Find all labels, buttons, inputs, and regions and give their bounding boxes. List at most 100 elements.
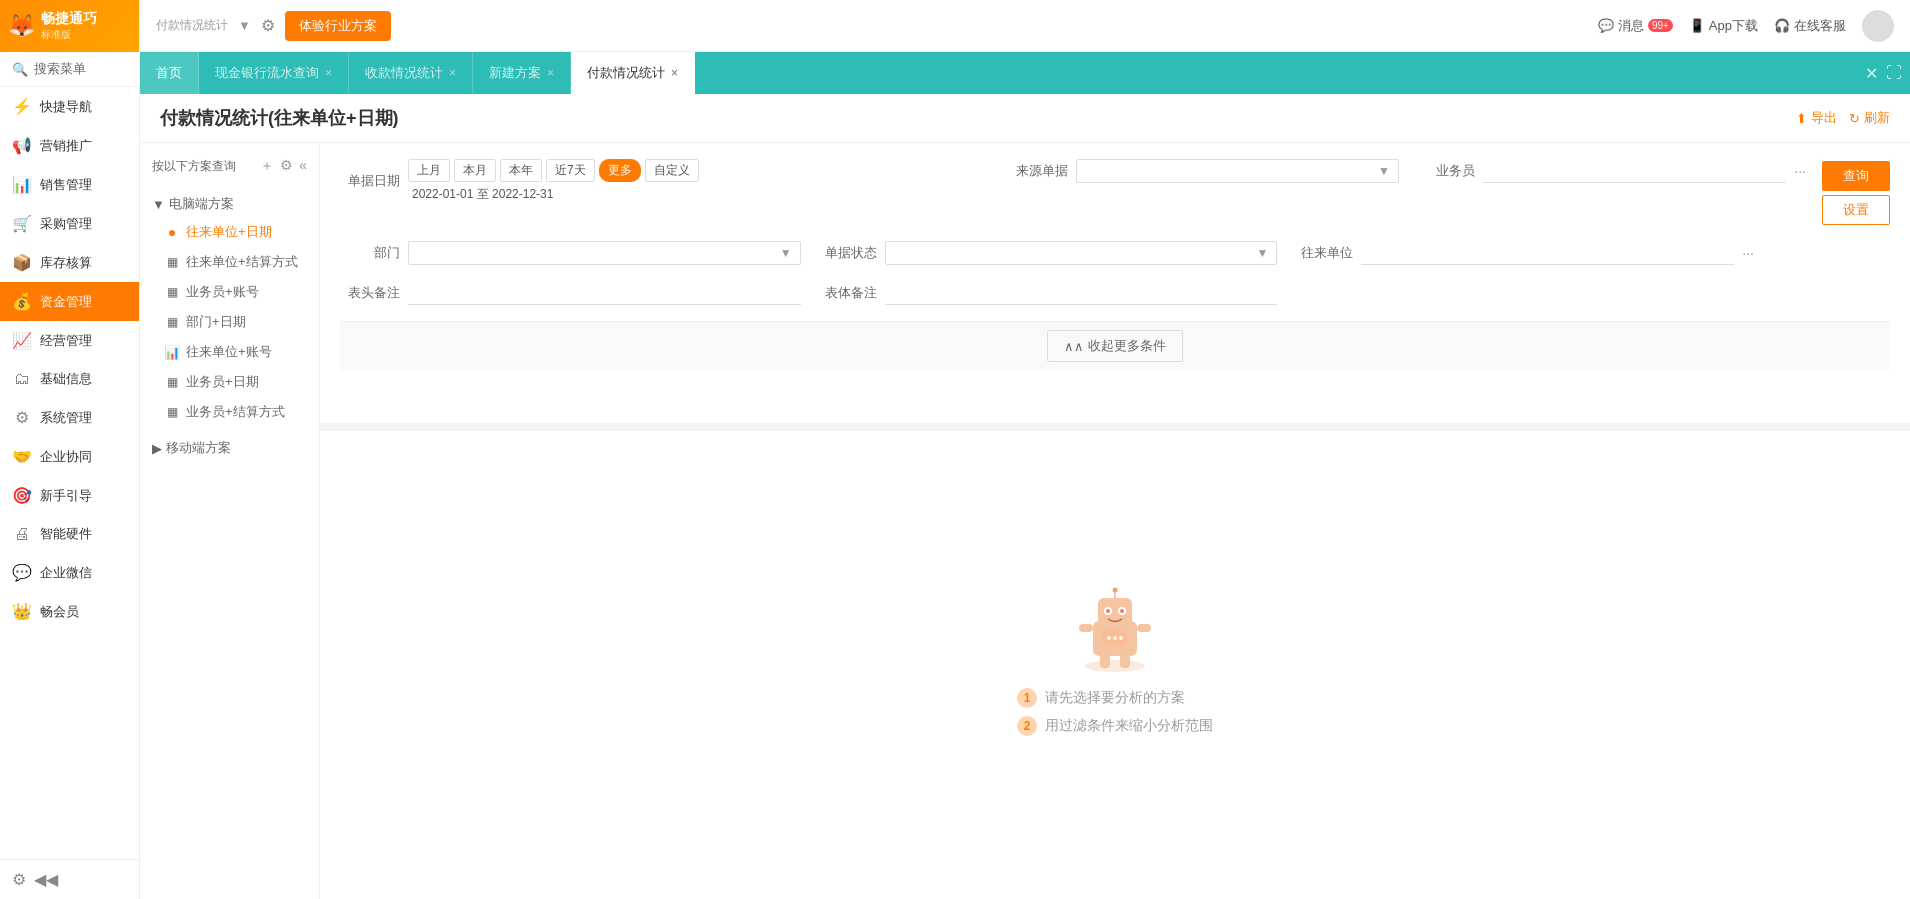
vip-icon: 👑 <box>12 602 32 621</box>
sidebar-item-label: 基础信息 <box>40 370 92 388</box>
refresh-icon: ↻ <box>1849 111 1860 126</box>
doc-status-filter-label: 单据状态 <box>817 244 877 262</box>
tab-new-scheme-close[interactable]: × <box>547 66 554 80</box>
sidebar-item-operations[interactable]: 📈 经营管理 <box>0 321 139 360</box>
scheme-item-dept-date[interactable]: ▦ 部门+日期 <box>140 307 319 337</box>
sidebar-item-enterprise[interactable]: 🤝 企业协同 <box>0 437 139 476</box>
scheme-item-label: 部门+日期 <box>186 313 246 331</box>
scheme-add-icon[interactable]: ＋ <box>260 157 274 175</box>
trial-button[interactable]: 体验行业方案 <box>285 11 391 41</box>
query-button[interactable]: 查询 <box>1822 161 1890 191</box>
sidebar-item-system[interactable]: ⚙ 系统管理 <box>0 398 139 437</box>
scheme-item-unit-settle[interactable]: ▦ 往来单位+结算方式 <box>140 247 319 277</box>
wechat-icon: 💬 <box>12 563 32 582</box>
salesperson-more-icon[interactable]: ··· <box>1794 163 1806 179</box>
filter-group-table-body-note: 表体备注 <box>817 281 1278 305</box>
scheme-item-staff-settle[interactable]: ▦ 业务员+结算方式 <box>140 397 319 427</box>
sidebar-item-label: 系统管理 <box>40 409 92 427</box>
settings-button[interactable]: 设置 <box>1822 195 1890 225</box>
sidebar-item-label: 销售管理 <box>40 176 92 194</box>
collapse-conditions-button[interactable]: ∧∧ 收起更多条件 <box>1047 330 1183 362</box>
tab-bank-flow[interactable]: 现金银行流水查询 × <box>199 52 349 94</box>
scheme-settings-icon[interactable]: ⚙ <box>280 157 293 175</box>
table-body-note-input[interactable] <box>885 281 1278 305</box>
scheme-desktop-label: 电脑端方案 <box>169 195 234 213</box>
scheme-item-staff-account[interactable]: ▦ 业务员+账号 <box>140 277 319 307</box>
topbar-gear-icon[interactable]: ⚙ <box>261 16 275 35</box>
sidebar-item-quick-nav[interactable]: ⚡ 快捷导航 <box>0 87 139 126</box>
scheme-chart-icon: 📊 <box>164 345 180 360</box>
sidebar-item-purchase[interactable]: 🛒 采购管理 <box>0 204 139 243</box>
custom-date-btn[interactable]: 自定义 <box>645 159 699 182</box>
date-filter-label: 单据日期 <box>340 172 400 190</box>
scheme-item-unit-account[interactable]: 📊 往来单位+账号 <box>140 337 319 367</box>
svg-point-15 <box>1113 636 1117 640</box>
window-close-icon[interactable]: ✕ <box>1865 64 1878 83</box>
more-dates-btn[interactable]: 更多 <box>599 159 641 182</box>
export-button[interactable]: ⬆ 导出 <box>1796 109 1837 127</box>
service-action[interactable]: 🎧 在线客服 <box>1774 17 1846 35</box>
this-year-btn[interactable]: 本年 <box>500 159 542 182</box>
scheme-mobile-title[interactable]: ▶ 移动端方案 <box>140 435 319 461</box>
address-bar[interactable]: 付款情况统计 <box>156 17 228 34</box>
scheme-item-label: 往来单位+日期 <box>186 223 272 241</box>
sidebar-item-wechat[interactable]: 💬 企业微信 <box>0 553 139 592</box>
content-body: 按以下方案查询 ＋ ⚙ « ▼ 电脑端方案 ● 往来单位+日期 <box>140 143 1910 899</box>
counterpart-input[interactable] <box>1361 241 1734 265</box>
user-avatar[interactable] <box>1862 10 1894 42</box>
tab-bar: 首页 现金银行流水查询 × 收款情况统计 × 新建方案 × 付款情况统计 × ✕… <box>140 52 1910 94</box>
refresh-label: 刷新 <box>1864 109 1890 127</box>
service-icon: 🎧 <box>1774 18 1790 33</box>
message-action[interactable]: 💬 消息 99+ <box>1598 17 1673 35</box>
salesperson-input[interactable] <box>1483 159 1786 183</box>
sidebar: 🦊 畅捷通巧 标准版 🔍 搜索菜单 ⚡ 快捷导航 📢 营销推广 📊 销售管理 🛒… <box>0 0 140 899</box>
settings-footer-icon[interactable]: ⚙ <box>12 870 26 889</box>
tab-payment-stats-label: 付款情况统计 <box>587 64 665 82</box>
source-select[interactable]: ▼ <box>1076 159 1399 183</box>
search-menu[interactable]: 🔍 搜索菜单 <box>0 52 139 87</box>
tab-collection-stats-close[interactable]: × <box>449 66 456 80</box>
scheme-item-staff-date[interactable]: ▦ 业务员+日期 <box>140 367 319 397</box>
topbar-left: 付款情况统计 ▼ ⚙ 体验行业方案 <box>156 11 1586 41</box>
doc-status-select[interactable]: ▼ <box>885 241 1278 265</box>
scheme-collapse-icon[interactable]: « <box>299 157 307 175</box>
download-icon: 📱 <box>1689 18 1705 33</box>
table-header-note-input[interactable] <box>408 281 801 305</box>
tab-home[interactable]: 首页 <box>140 52 199 94</box>
refresh-button[interactable]: ↻ 刷新 <box>1849 109 1890 127</box>
last-month-btn[interactable]: 上月 <box>408 159 450 182</box>
sidebar-item-vip[interactable]: 👑 畅会员 <box>0 592 139 631</box>
tab-collection-stats[interactable]: 收款情况统计 × <box>349 52 473 94</box>
tab-bank-flow-close[interactable]: × <box>325 66 332 80</box>
scheme-desktop-title[interactable]: ▼ 电脑端方案 <box>140 191 319 217</box>
filter-row-1: 单据日期 上月 本月 本年 近7天 更多 自定义 20 <box>340 159 1890 225</box>
scheme-item-unit-date[interactable]: ● 往来单位+日期 <box>140 217 319 247</box>
svg-point-5 <box>1106 609 1110 613</box>
dept-select[interactable]: ▼ <box>408 241 801 265</box>
export-label: 导出 <box>1811 109 1837 127</box>
inventory-icon: 📦 <box>12 253 32 272</box>
download-action[interactable]: 📱 App下载 <box>1689 17 1758 35</box>
sidebar-item-basic-info[interactable]: 🗂 基础信息 <box>0 360 139 398</box>
search-icon: 🔍 <box>12 62 28 77</box>
sidebar-item-marketing[interactable]: 📢 营销推广 <box>0 126 139 165</box>
tab-payment-stats-close[interactable]: × <box>671 66 678 80</box>
scheme-panel-header: 按以下方案查询 ＋ ⚙ « <box>140 153 319 183</box>
sidebar-item-sales[interactable]: 📊 销售管理 <box>0 165 139 204</box>
sidebar-item-inventory[interactable]: 📦 库存核算 <box>0 243 139 282</box>
sidebar-item-guide[interactable]: 🎯 新手引导 <box>0 476 139 515</box>
sidebar-item-label: 快捷导航 <box>40 98 92 116</box>
counterpart-more-icon[interactable]: ··· <box>1742 245 1754 261</box>
address-dropdown-icon[interactable]: ▼ <box>238 18 251 33</box>
svg-rect-11 <box>1100 654 1110 668</box>
sidebar-item-hardware[interactable]: 🖨 智能硬件 <box>0 515 139 553</box>
this-month-btn[interactable]: 本月 <box>454 159 496 182</box>
sidebar-item-finance[interactable]: 💰 资金管理 <box>0 282 139 321</box>
collapse-sidebar-icon[interactable]: ◀◀ <box>34 870 58 889</box>
window-maximize-icon[interactable]: ⛶ <box>1886 64 1902 82</box>
scheme-panel-title: 按以下方案查询 <box>152 158 236 175</box>
tab-payment-stats[interactable]: 付款情况统计 × <box>571 52 695 94</box>
export-icon: ⬆ <box>1796 111 1807 126</box>
last-7days-btn[interactable]: 近7天 <box>546 159 595 182</box>
tab-new-scheme[interactable]: 新建方案 × <box>473 52 571 94</box>
